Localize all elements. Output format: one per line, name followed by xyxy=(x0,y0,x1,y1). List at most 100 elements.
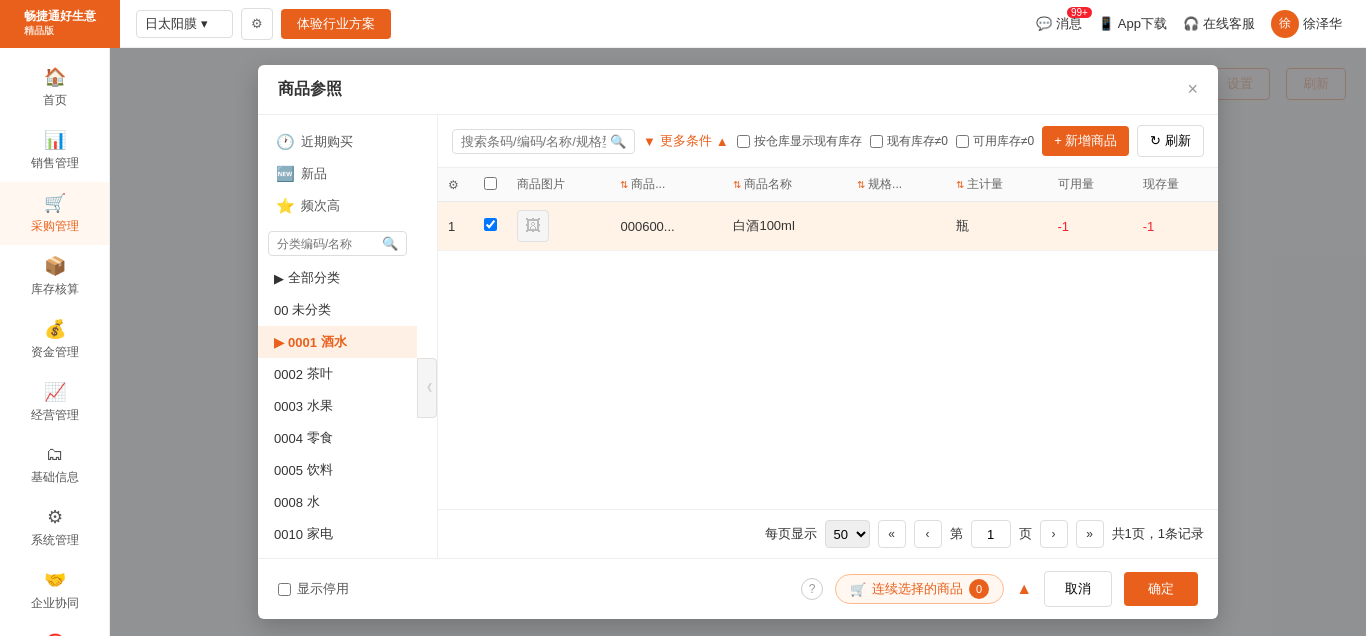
product-search-input[interactable] xyxy=(461,134,606,149)
operations-icon: 📈 xyxy=(44,381,66,403)
page-prev-button[interactable]: ‹ xyxy=(914,520,942,548)
modal-body: 🕐 近期购买 🆕 新品 ⭐ 频次高 xyxy=(258,115,1218,558)
product-reference-modal: 商品参照 × 🕐 近期购买 🆕 xyxy=(258,65,1218,619)
category-0008[interactable]: 0008 水 xyxy=(258,486,417,518)
table-row[interactable]: 1 🖼 000600... 白酒100ml xyxy=(438,202,1218,251)
basic-info-icon: 🗂 xyxy=(46,444,64,465)
cell-spec xyxy=(847,202,946,251)
sidebar-item-sales[interactable]: 📊 销售管理 xyxy=(0,119,109,182)
category-search-wrap: 🔍 xyxy=(268,231,407,256)
sort-code-icon: ⇅ xyxy=(620,179,631,190)
sidebar-item-operations[interactable]: 📈 经营管理 xyxy=(0,371,109,434)
main-content: 查询 设置 刷新 商品参照 × 🕐 xyxy=(110,48,1366,636)
filter-chevron-icon: ▲ xyxy=(716,134,729,149)
system-icon: ⚙ xyxy=(47,506,63,528)
checkbox-by-warehouse[interactable]: 按仓库显示现有库存 xyxy=(737,133,862,150)
store-select[interactable]: 日太阳膜 ▾ xyxy=(136,10,233,38)
category-0003[interactable]: 0003 水果 xyxy=(258,390,417,422)
sidebar-item-purchase[interactable]: 🛒 采购管理 xyxy=(0,182,109,245)
col-spec[interactable]: ⇅ 规格... xyxy=(847,168,946,202)
confirm-button[interactable]: 确定 xyxy=(1124,572,1198,606)
modal-footer: 显示停用 ? 🛒 连续选择的商品 0 ▲ 取消 确定 xyxy=(258,558,1218,619)
left-panel: 🕐 近期购买 🆕 新品 ⭐ 频次高 xyxy=(258,115,438,558)
available-nonzero-checkbox[interactable] xyxy=(956,135,969,148)
sidebar-label-sales: 销售管理 xyxy=(31,155,79,172)
page-number-input[interactable] xyxy=(971,520,1011,548)
category-0005[interactable]: 0005 饮料 xyxy=(258,454,417,486)
sidebar-item-system[interactable]: ⚙ 系统管理 xyxy=(0,496,109,559)
settings-gear-button[interactable]: ⚙ xyxy=(241,8,273,40)
cart-selection-button[interactable]: 🛒 连续选择的商品 0 xyxy=(835,574,1004,604)
brand-logo: 畅捷通好生意 精品版 xyxy=(0,0,120,48)
user-menu[interactable]: 徐 徐泽华 xyxy=(1271,10,1342,38)
category-00[interactable]: 00 未分类 xyxy=(258,294,417,326)
top-navbar: 畅捷通好生意 精品版 日太阳膜 ▾ ⚙ 体验行业方案 💬 消息 99+ 📱 Ap… xyxy=(0,0,1366,48)
purchase-icon: 🛒 xyxy=(44,192,66,214)
app-download-button[interactable]: 📱 App下载 xyxy=(1098,15,1167,33)
cell-stock: -1 xyxy=(1133,202,1218,251)
messages-button[interactable]: 💬 消息 99+ xyxy=(1036,15,1082,33)
column-settings-icon[interactable]: ⚙ xyxy=(448,178,459,192)
cell-code: 000600... xyxy=(610,202,723,251)
cancel-button[interactable]: 取消 xyxy=(1044,571,1112,607)
row-checkbox[interactable] xyxy=(484,218,497,231)
cell-check[interactable] xyxy=(474,202,507,251)
sidebar-item-home[interactable]: 🏠 首页 xyxy=(0,56,109,119)
show-disabled-label[interactable]: 显示停用 xyxy=(278,580,349,598)
col-unit[interactable]: ⇅ 主计量 xyxy=(946,168,1048,202)
show-disabled-checkbox[interactable] xyxy=(278,583,291,596)
per-page-select[interactable]: 50 xyxy=(825,520,870,548)
sidebar-label-basic-info: 基础信息 xyxy=(31,469,79,486)
page-first-button[interactable]: « xyxy=(878,520,906,548)
inventory-icon: 📦 xyxy=(44,255,66,277)
online-service-button[interactable]: 🎧 在线客服 xyxy=(1183,15,1255,33)
main-layout: 🏠 首页 📊 销售管理 🛒 采购管理 📦 库存核算 💰 资金管理 📈 经营管理 … xyxy=(0,48,1366,636)
mobile-icon: 📱 xyxy=(1098,16,1114,31)
sidebar-item-basic-info[interactable]: 🗂 基础信息 xyxy=(0,434,109,496)
category-0001[interactable]: ▶ 0001 酒水 xyxy=(258,326,417,358)
col-stock: 现存量 xyxy=(1133,168,1218,202)
category-0004[interactable]: 0004 零食 xyxy=(258,422,417,454)
checkbox-available-nonzero[interactable]: 可用库存≠0 xyxy=(956,133,1034,150)
exp-industry-button[interactable]: 体验行业方案 xyxy=(281,9,391,39)
product-table-wrap: ⚙ 商品图片 xyxy=(438,168,1218,509)
help-button[interactable]: ? xyxy=(801,578,823,600)
category-search-input[interactable] xyxy=(277,237,378,251)
col-available: 可用量 xyxy=(1048,168,1133,202)
footer-left: 显示停用 xyxy=(278,580,349,598)
message-badge: 99+ xyxy=(1067,7,1092,18)
quick-new-product[interactable]: 🆕 新品 xyxy=(266,159,429,189)
checkbox-stock-nonzero[interactable]: 现有库存≠0 xyxy=(870,133,948,150)
pagination: 每页显示 50 « ‹ 第 页 › » 共1页，1条记录 xyxy=(438,509,1218,558)
footer-collapse-button[interactable]: ▲ xyxy=(1016,580,1032,598)
panel-collapse-button[interactable]: 《 xyxy=(417,358,437,418)
sidebar-label-inventory: 库存核算 xyxy=(31,281,79,298)
sidebar-item-enterprise[interactable]: 🤝 企业协同 xyxy=(0,559,109,622)
sidebar-item-inventory[interactable]: 📦 库存核算 xyxy=(0,245,109,308)
stock-nonzero-checkbox[interactable] xyxy=(870,135,883,148)
more-filter-button[interactable]: ▼ 更多条件 ▲ xyxy=(643,132,729,150)
navbar-center: 日太阳膜 ▾ ⚙ 体验行业方案 xyxy=(120,8,1036,40)
col-settings[interactable]: ⚙ xyxy=(438,168,474,202)
modal-overlay: 商品参照 × 🕐 近期购买 🆕 xyxy=(110,48,1366,636)
col-code[interactable]: ⇅ 商品... xyxy=(610,168,723,202)
sidebar-item-finance[interactable]: 💰 资金管理 xyxy=(0,308,109,371)
modal-title: 商品参照 xyxy=(278,79,342,100)
category-0010[interactable]: 0010 家电 xyxy=(258,518,417,550)
sidebar-item-guide[interactable]: 🎯 新手引导 xyxy=(0,622,109,636)
quick-high-frequency[interactable]: ⭐ 频次高 xyxy=(266,191,429,221)
category-all[interactable]: ▶ 全部分类 xyxy=(258,262,417,294)
add-product-button[interactable]: + 新增商品 xyxy=(1042,126,1129,156)
by-warehouse-checkbox[interactable] xyxy=(737,135,750,148)
modal-close-button[interactable]: × xyxy=(1187,79,1198,100)
enterprise-icon: 🤝 xyxy=(44,569,66,591)
refresh-button[interactable]: ↻ 刷新 xyxy=(1137,125,1204,157)
sort-spec-icon: ⇅ xyxy=(857,179,868,190)
collapse-left-icon: 《 xyxy=(422,381,432,395)
category-0002[interactable]: 0002 茶叶 xyxy=(258,358,417,390)
col-name[interactable]: ⇅ 商品名称 xyxy=(723,168,847,202)
page-next-button[interactable]: › xyxy=(1040,520,1068,548)
quick-recent-purchase[interactable]: 🕐 近期购买 xyxy=(266,127,429,157)
page-last-button[interactable]: » xyxy=(1076,520,1104,548)
select-all-checkbox[interactable] xyxy=(484,177,497,190)
